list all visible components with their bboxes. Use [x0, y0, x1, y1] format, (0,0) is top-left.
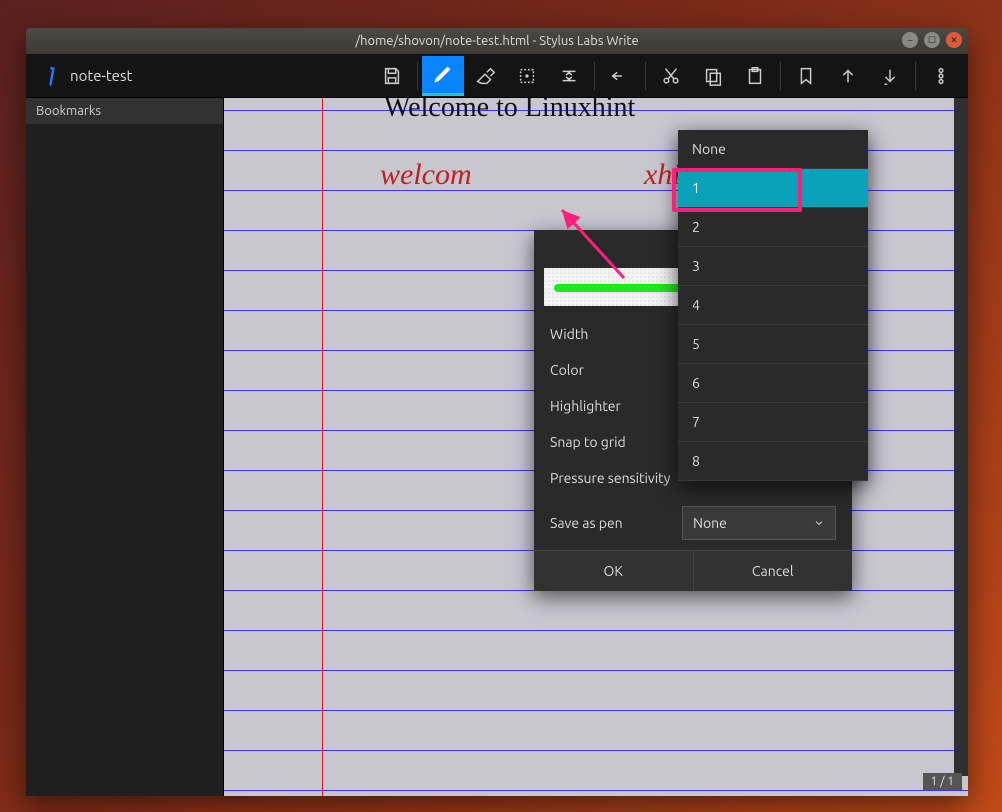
eraser-icon	[474, 65, 496, 87]
next-page-button[interactable]	[869, 56, 911, 96]
document-tab-label: note-test	[70, 67, 132, 84]
cut-icon	[660, 65, 682, 87]
dropdown-option[interactable]: None	[678, 130, 868, 169]
arrow-up-icon	[837, 65, 859, 87]
pen-color-label: Color	[550, 362, 584, 378]
paste-icon	[744, 65, 766, 87]
chevron-down-icon	[813, 517, 825, 529]
select-icon	[516, 65, 538, 87]
handwriting-line-1: Welcome to Linuxhint	[384, 98, 635, 124]
overflow-menu-icon	[930, 65, 952, 87]
bookmark-icon	[795, 65, 817, 87]
cut-button[interactable]	[650, 56, 692, 96]
pen-icon	[38, 62, 66, 90]
pen-tool-button[interactable]	[422, 56, 464, 96]
rule-line	[224, 670, 968, 671]
cancel-button[interactable]: Cancel	[694, 551, 853, 591]
dropdown-option[interactable]: 7	[678, 403, 868, 442]
pen-snap-label: Snap to grid	[550, 434, 626, 450]
maximize-button[interactable]: ☐	[924, 32, 940, 48]
save-button[interactable]	[371, 56, 413, 96]
dropdown-option[interactable]: 4	[678, 286, 868, 325]
save-icon	[381, 65, 403, 87]
handwriting-line-2-left: welcom	[380, 158, 472, 192]
select-tool-button[interactable]	[506, 56, 548, 96]
save-as-pen-dropdown: None12345678	[678, 130, 868, 481]
toolbar-group	[371, 56, 962, 96]
dropdown-option[interactable]: 8	[678, 442, 868, 481]
pen-highlighter-label: Highlighter	[550, 398, 621, 414]
overflow-menu-button[interactable]	[920, 56, 962, 96]
eraser-tool-button[interactable]	[464, 56, 506, 96]
sidebar-header: Bookmarks	[26, 98, 223, 124]
close-button[interactable]: ✕	[946, 32, 962, 48]
dropdown-option[interactable]: 3	[678, 247, 868, 286]
app-window: /home/shovon/note-test.html - Stylus Lab…	[26, 28, 968, 796]
page-indicator: 1 / 1	[923, 773, 962, 790]
rule-line	[224, 630, 968, 631]
pen-saveas-label: Save as pen	[550, 515, 623, 531]
undo-icon	[609, 65, 631, 87]
copy-icon	[702, 65, 724, 87]
pen-dialog-buttons: OK Cancel	[534, 550, 852, 591]
save-as-pen-select[interactable]: None	[682, 506, 836, 540]
canvas-wrap: // ruled lines drawn below via JS after …	[224, 98, 968, 796]
rule-line	[224, 750, 968, 751]
rule-line	[224, 790, 968, 791]
content-area: Bookmarks // ruled lines drawn below via…	[26, 98, 968, 796]
dropdown-option[interactable]: 6	[678, 364, 868, 403]
ok-button[interactable]: OK	[534, 551, 694, 591]
prev-page-button[interactable]	[827, 56, 869, 96]
window-title: /home/shovon/note-test.html - Stylus Lab…	[355, 34, 638, 48]
pen-pressure-label: Pressure sensitivity	[550, 470, 670, 486]
document-tab[interactable]: note-test	[32, 66, 142, 86]
undo-button[interactable]	[599, 56, 641, 96]
window-controls: – ☐ ✕	[902, 32, 962, 48]
save-as-pen-value: None	[693, 515, 727, 531]
pen-icon	[432, 63, 454, 85]
copy-button[interactable]	[692, 56, 734, 96]
dropdown-option[interactable]: 2	[678, 208, 868, 247]
vertical-scrollbar[interactable]	[954, 98, 968, 776]
insert-space-button[interactable]	[548, 56, 590, 96]
paste-button[interactable]	[734, 56, 776, 96]
toolbar: note-test	[26, 54, 968, 98]
dropdown-option[interactable]: 1	[678, 169, 868, 208]
margin-line	[322, 98, 323, 796]
titlebar: /home/shovon/note-test.html - Stylus Lab…	[26, 28, 968, 54]
minimize-button[interactable]: –	[902, 32, 918, 48]
rule-line	[224, 710, 968, 711]
insert-space-icon	[558, 65, 580, 87]
pen-width-label: Width	[550, 326, 588, 342]
sidebar: Bookmarks	[26, 98, 224, 796]
pen-row-saveas: Save as pen None	[534, 496, 852, 550]
dropdown-option[interactable]: 5	[678, 325, 868, 364]
arrow-down-icon	[879, 65, 901, 87]
note-canvas[interactable]: // ruled lines drawn below via JS after …	[224, 98, 968, 796]
bookmark-button[interactable]	[785, 56, 827, 96]
